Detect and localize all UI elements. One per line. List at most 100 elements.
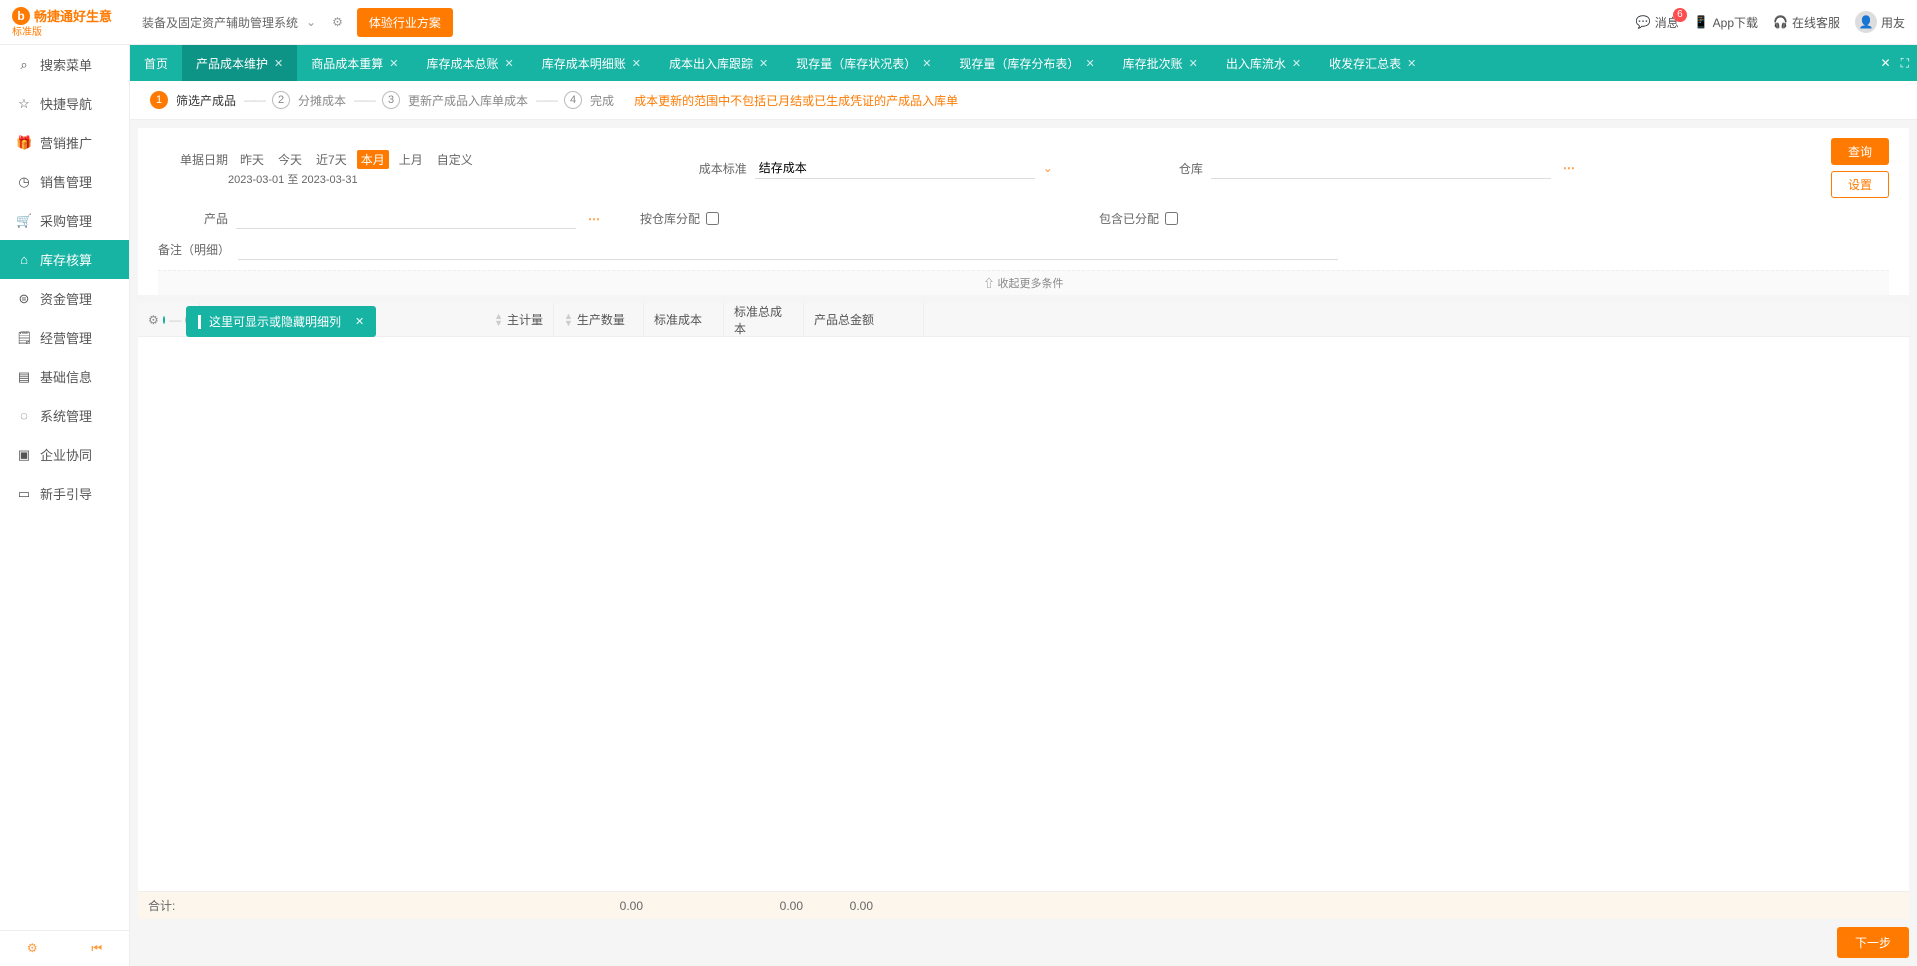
step-number: 3 bbox=[382, 91, 400, 109]
settings-button[interactable]: 设置 bbox=[1831, 171, 1889, 198]
tab-label: 库存批次账 bbox=[1123, 55, 1183, 72]
tab[interactable]: 产品成本维护✕ bbox=[182, 45, 297, 81]
close-icon[interactable]: ✕ bbox=[505, 57, 514, 70]
username: 用友 bbox=[1881, 14, 1905, 31]
date-option[interactable]: 今天 bbox=[274, 150, 306, 169]
warehouse-input[interactable] bbox=[1211, 158, 1551, 179]
sidebar-item[interactable]: ▤基础信息 bbox=[0, 357, 129, 396]
sidebar-icon: ◷ bbox=[16, 174, 32, 190]
close-icon[interactable]: ✕ bbox=[632, 57, 641, 70]
alloc-by-warehouse-checkbox[interactable] bbox=[706, 212, 719, 225]
sidebar-item[interactable]: ⌕搜索菜单 bbox=[0, 45, 129, 84]
sidebar-item[interactable]: 🎁营销推广 bbox=[0, 123, 129, 162]
include-allocated-label: 包含已分配 bbox=[1099, 210, 1159, 227]
date-option[interactable]: 近7天 bbox=[312, 150, 351, 169]
close-icon[interactable]: ✕ bbox=[355, 315, 364, 328]
table-header: ⚙ — ▲▼主计量▲▼生产数量标准成本标准总成本产品总金额 这里可显示或隐藏明细… bbox=[138, 303, 1909, 337]
collapse-up-icon: ⇧ bbox=[983, 278, 997, 290]
table-column-header[interactable]: 标准成本 bbox=[644, 303, 724, 336]
column-label: 主计量 bbox=[507, 311, 543, 328]
steps-warning: 成本更新的范围中不包括已月结或已生成凭证的产成品入库单 bbox=[634, 92, 958, 109]
step-number: 4 bbox=[564, 91, 582, 109]
close-all-tabs-icon[interactable]: ✕ bbox=[1881, 56, 1891, 70]
tab-label: 库存成本总账 bbox=[426, 55, 498, 72]
collapse-sidebar-icon[interactable]: ⏮ bbox=[91, 941, 102, 956]
remark-input[interactable] bbox=[238, 239, 1338, 260]
tab[interactable]: 成本出入库跟踪 ✕ bbox=[655, 45, 782, 81]
ellipsis-icon[interactable]: ⋯ bbox=[588, 212, 600, 226]
close-icon[interactable]: ✕ bbox=[389, 57, 398, 70]
sidebar-item[interactable]: ◌系统管理 bbox=[0, 396, 129, 435]
gear-icon[interactable]: ⚙ bbox=[332, 15, 343, 29]
tab[interactable]: 库存成本明细账✕ bbox=[528, 45, 655, 81]
sidebar-icon: 🛒 bbox=[16, 213, 32, 229]
sidebar-item[interactable]: ▣企业协同 bbox=[0, 435, 129, 474]
sidebar-item[interactable]: ◷销售管理 bbox=[0, 162, 129, 201]
cost-standard-label: 成本标准 bbox=[677, 160, 747, 177]
tab[interactable]: 商品成本重算 ✕ bbox=[297, 45, 412, 81]
customer-service-link[interactable]: 🎧 在线客服 bbox=[1773, 14, 1840, 31]
sidebar-label: 库存核算 bbox=[40, 250, 92, 269]
next-step-button[interactable]: 下一步 bbox=[1837, 927, 1909, 958]
sidebar-icon: ▭ bbox=[16, 486, 32, 502]
close-icon[interactable]: ✕ bbox=[759, 57, 768, 70]
query-button[interactable]: 查询 bbox=[1831, 138, 1889, 165]
tab[interactable]: 库存成本总账 ✕ bbox=[412, 45, 527, 81]
sidebar-item[interactable]: ⌂库存核算 bbox=[0, 240, 129, 279]
sort-icon: ▲▼ bbox=[564, 313, 573, 326]
settings-icon[interactable]: ⚙ bbox=[27, 941, 38, 956]
column-label: 标准总成本 bbox=[734, 303, 793, 337]
sidebar-item[interactable]: ☆快捷导航 bbox=[0, 84, 129, 123]
close-icon[interactable]: ✕ bbox=[922, 57, 931, 70]
sidebar-item[interactable]: 🗒经营管理 bbox=[0, 318, 129, 357]
step-separator: —— bbox=[354, 93, 374, 107]
sidebar-item[interactable]: ▭新手引导 bbox=[0, 474, 129, 513]
sidebar-label: 资金管理 bbox=[40, 289, 92, 308]
tab[interactable]: 现存量（库存分布表）✕ bbox=[945, 45, 1108, 81]
tab-label: 出入库流水 bbox=[1226, 55, 1286, 72]
logo-text: 畅捷通好生意 bbox=[34, 6, 112, 25]
close-icon[interactable]: ✕ bbox=[1292, 57, 1301, 70]
tab[interactable]: 库存批次账 ✕ bbox=[1109, 45, 1212, 81]
main-area: 首页产品成本维护✕商品成本重算✕库存成本总账✕库存成本明细账✕成本出入库跟踪✕现… bbox=[130, 45, 1917, 966]
close-icon[interactable]: ✕ bbox=[1189, 57, 1198, 70]
step-separator: —— bbox=[244, 93, 264, 107]
tab-label: 商品成本重算 bbox=[311, 55, 383, 72]
app-label: App下载 bbox=[1713, 14, 1758, 31]
table-column-header[interactable]: 产品总金额 bbox=[804, 303, 924, 336]
system-select[interactable]: 装备及固定资产辅助管理系统 ⌄ ⚙ bbox=[142, 14, 343, 31]
include-allocated-checkbox[interactable] bbox=[1165, 212, 1178, 225]
app-download-link[interactable]: 📱 App下载 bbox=[1694, 14, 1758, 31]
date-option[interactable]: 昨天 bbox=[236, 150, 268, 169]
experience-button[interactable]: 体验行业方案 bbox=[357, 8, 453, 37]
messages-link[interactable]: 💬 消息 6 bbox=[1636, 14, 1679, 31]
sidebar-item[interactable]: 🛒采购管理 bbox=[0, 201, 129, 240]
close-icon[interactable]: ✕ bbox=[274, 57, 283, 70]
sidebar-icon: ▤ bbox=[16, 369, 32, 385]
tab[interactable]: 收发存汇总表✕ bbox=[1315, 45, 1430, 81]
sidebar-item[interactable]: ⊜资金管理 bbox=[0, 279, 129, 318]
tab[interactable]: 首页 bbox=[130, 45, 182, 81]
date-options: 昨天今天近7天本月上月自定义 bbox=[236, 150, 477, 169]
ellipsis-icon[interactable]: ⋯ bbox=[1563, 161, 1575, 175]
close-icon[interactable]: ✕ bbox=[1085, 57, 1094, 70]
table-column-header[interactable]: 标准总成本 bbox=[724, 303, 804, 336]
date-option[interactable]: 自定义 bbox=[433, 150, 477, 169]
product-input[interactable] bbox=[236, 208, 576, 229]
totals-val-0: 0.00 bbox=[620, 899, 643, 913]
tab[interactable]: 现存量（库存状况表）✕ bbox=[782, 45, 945, 81]
close-icon[interactable]: ✕ bbox=[1407, 57, 1416, 70]
date-option[interactable]: 本月 bbox=[357, 150, 389, 169]
tab-label: 成本出入库跟踪 bbox=[669, 55, 753, 72]
table-column-header[interactable]: ▲▼生产数量 bbox=[554, 303, 644, 336]
cost-standard-input[interactable] bbox=[755, 158, 1035, 179]
chevron-down-icon[interactable]: ⌄ bbox=[1043, 161, 1053, 175]
product-label: 产品 bbox=[158, 210, 228, 227]
date-option[interactable]: 上月 bbox=[395, 150, 427, 169]
collapse-filters-button[interactable]: ⇧ 收起更多条件 bbox=[158, 270, 1889, 295]
user-menu[interactable]: 👤 用友 bbox=[1855, 11, 1905, 33]
tab[interactable]: 出入库流水 ✕ bbox=[1212, 45, 1315, 81]
toggle-dot-icon bbox=[163, 316, 165, 324]
fullscreen-icon[interactable]: ⛶ bbox=[1901, 56, 1909, 71]
step-number: 2 bbox=[272, 91, 290, 109]
